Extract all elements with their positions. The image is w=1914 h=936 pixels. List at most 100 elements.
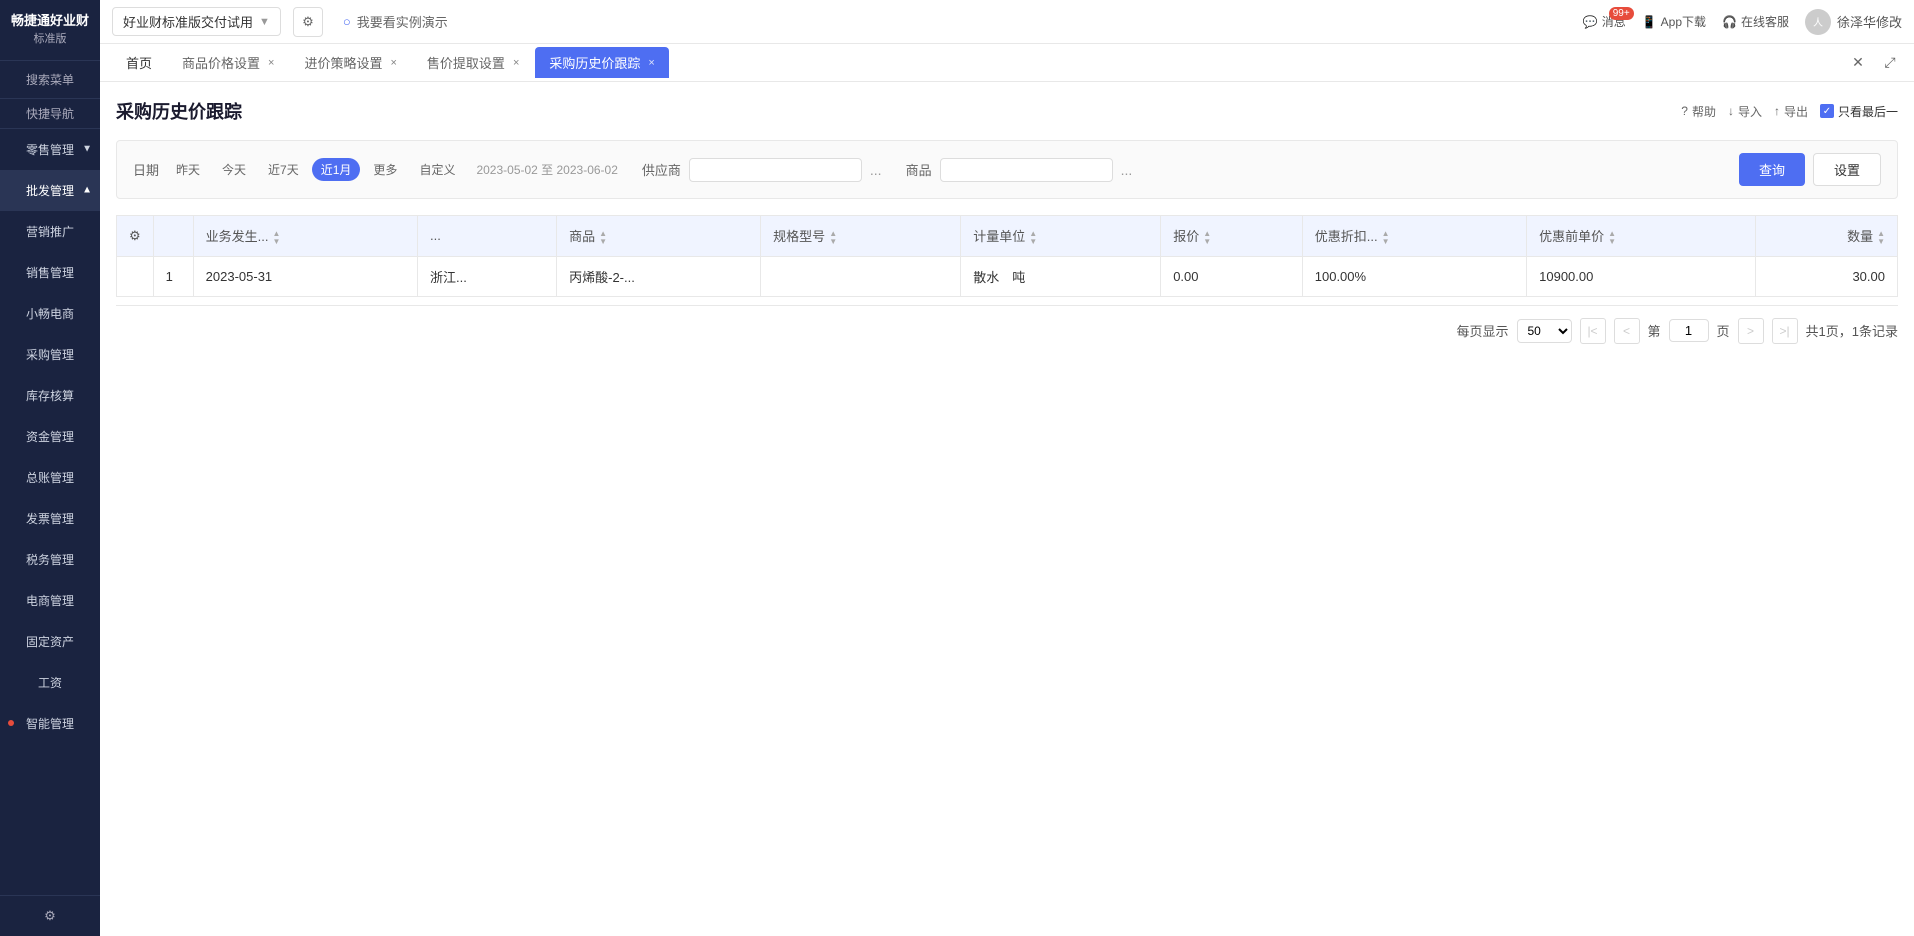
app-download-button[interactable]: 📱 App下载 xyxy=(1642,13,1706,30)
sidebar-item-ecommerce-small[interactable]: 小畅电商 xyxy=(0,293,100,334)
import-button[interactable]: ↓ 导入 xyxy=(1728,103,1762,120)
date-range-display: 2023-05-02 至 2023-06-02 xyxy=(476,161,617,178)
tab-close-icon[interactable]: × xyxy=(648,57,654,69)
message-icon: 💬 xyxy=(1583,15,1598,29)
table-cell-supplier: 浙江... xyxy=(418,256,557,296)
product-input[interactable] xyxy=(940,158,1113,182)
last-page-button[interactable]: >| xyxy=(1772,318,1798,344)
table-col-spec[interactable]: 规格型号▲▼ xyxy=(761,216,961,257)
sidebar-settings-icon[interactable]: ⚙ xyxy=(0,895,100,936)
maximize-tab-button[interactable]: ⤢ xyxy=(1878,51,1902,75)
sidebar-item-label: 智能管理 xyxy=(26,717,74,731)
table-cell-quantity: 30.00 xyxy=(1756,256,1898,296)
product-more-icon[interactable]: ... xyxy=(1121,162,1133,178)
prev-page-button[interactable]: < xyxy=(1614,318,1640,344)
logo-title: 畅捷通好业财 xyxy=(8,12,92,30)
chevron-down-icon: ▼ xyxy=(82,144,92,155)
sidebar-item-retail[interactable]: 零售管理 ▼ xyxy=(0,129,100,170)
tab-sale-price[interactable]: 售价提取设置 × xyxy=(413,47,533,78)
help-icon: ? xyxy=(1681,104,1688,118)
data-table: ⚙ 业务发生...▲▼ ... 商品▲▼ 规格型号▲▼ xyxy=(116,215,1898,297)
date-btn-1month[interactable]: 近1月 xyxy=(312,158,361,181)
sidebar-item-tax[interactable]: 税务管理 xyxy=(0,539,100,580)
sidebar-item-label: 营销推广 xyxy=(26,225,74,239)
sidebar-item-purchase[interactable]: 采购管理 xyxy=(0,334,100,375)
tab-home[interactable]: 首页 xyxy=(112,47,166,78)
date-btn-7days[interactable]: 近7天 xyxy=(259,158,308,181)
help-button[interactable]: ? 帮助 xyxy=(1681,103,1716,120)
tab-price[interactable]: 商品价格设置 × xyxy=(168,47,288,78)
close-tab-button[interactable]: ✕ xyxy=(1846,51,1870,75)
query-button[interactable]: 查询 xyxy=(1739,153,1805,186)
tab-label: 首页 xyxy=(126,53,152,72)
supplier-more-icon[interactable]: ... xyxy=(870,162,882,178)
table-col-biz-date[interactable]: 业务发生...▲▼ xyxy=(193,216,417,257)
user-info[interactable]: 人 徐泽华修改 xyxy=(1805,9,1902,35)
only-last-checkbox-group[interactable]: ✓ 只看最后一 xyxy=(1820,103,1898,120)
date-btn-more[interactable]: 更多 xyxy=(364,158,406,181)
messages-button[interactable]: 💬 消息 99+ xyxy=(1583,13,1626,30)
sidebar-item-label: 电商管理 xyxy=(26,594,74,608)
supplier-filter-label: 供应商 xyxy=(642,160,681,179)
pagination-row: 每页显示 50 100 200 |< < 第 页 > >| 共1页，1条记录 xyxy=(116,305,1898,344)
demo-icon: ○ xyxy=(343,14,351,29)
sidebar-item-label: 资金管理 xyxy=(26,430,74,444)
date-btn-today[interactable]: 今天 xyxy=(213,158,255,181)
sidebar-item-ledger[interactable]: 总账管理 xyxy=(0,457,100,498)
sidebar-item-payroll[interactable]: 工资 xyxy=(0,662,100,703)
table-cell-index: 1 xyxy=(153,256,193,296)
table-cell-product: 丙烯酸-2-... xyxy=(557,256,761,296)
date-btn-custom[interactable]: 自定义 xyxy=(410,158,464,181)
export-button[interactable]: ↑ 导出 xyxy=(1774,103,1808,120)
page-input[interactable] xyxy=(1669,319,1709,342)
supplier-input[interactable] xyxy=(689,158,862,182)
tab-close-icon[interactable]: × xyxy=(390,57,396,69)
next-page-button[interactable]: > xyxy=(1738,318,1764,344)
tab-close-icon[interactable]: × xyxy=(268,57,274,69)
avatar: 人 xyxy=(1805,9,1831,35)
table-col-discount[interactable]: 优惠折扣...▲▼ xyxy=(1302,216,1526,257)
table-col-unit[interactable]: 计量单位▲▼ xyxy=(961,216,1161,257)
demo-label: 我要看实例演示 xyxy=(357,12,448,31)
table-col-dots: ... xyxy=(418,216,557,257)
sidebar-item-sales[interactable]: 销售管理 xyxy=(0,252,100,293)
online-service-button[interactable]: 🎧 在线客服 xyxy=(1722,13,1789,30)
tab-purchase-history[interactable]: 采购历史价跟踪 × xyxy=(535,47,668,78)
tab-close-icon[interactable]: × xyxy=(513,57,519,69)
tab-purchase-strategy[interactable]: 进价策略设置 × xyxy=(290,47,410,78)
table-col-price[interactable]: 报价▲▼ xyxy=(1161,216,1303,257)
date-filter-label: 日期 xyxy=(133,160,159,179)
content-area: 采购历史价跟踪 ? 帮助 ↓ 导入 ↑ 导出 xyxy=(100,82,1914,936)
per-page-select[interactable]: 50 100 200 xyxy=(1517,319,1572,343)
settings-icon[interactable]: ⚙ xyxy=(293,7,323,37)
sidebar-item-assets[interactable]: 固定资产 xyxy=(0,621,100,662)
table-col-product[interactable]: 商品▲▼ xyxy=(557,216,761,257)
date-filter-group: 日期 昨天 今天 近7天 近1月 更多 自定义 2023-05-02 至 202… xyxy=(133,158,618,181)
tab-label: 进价策略设置 xyxy=(304,53,382,72)
sidebar-item-finance[interactable]: 资金管理 xyxy=(0,416,100,457)
sidebar-item-invoice[interactable]: 发票管理 xyxy=(0,498,100,539)
sidebar-item-label: 采购管理 xyxy=(26,348,74,362)
sidebar-item-label: 总账管理 xyxy=(26,471,74,485)
sidebar-quick-nav[interactable]: 快捷导航 xyxy=(0,99,100,129)
settings-button[interactable]: 设置 xyxy=(1813,153,1881,186)
sidebar-item-label: 库存核算 xyxy=(26,389,74,403)
product-selector[interactable]: 好业财标准版交付试用 ▼ xyxy=(112,7,281,36)
main-area: 好业财标准版交付试用 ▼ ⚙ ○ 我要看实例演示 💬 消息 99+ 📱 App下… xyxy=(100,0,1914,936)
first-page-button[interactable]: |< xyxy=(1580,318,1606,344)
sidebar-item-label: 销售管理 xyxy=(26,266,74,280)
sidebar-item-inventory[interactable]: 库存核算 xyxy=(0,375,100,416)
table-col-quantity[interactable]: 数量▲▼ xyxy=(1756,216,1898,257)
table-col-pre-discount-price[interactable]: 优惠前单价▲▼ xyxy=(1527,216,1756,257)
sidebar-search[interactable]: 搜索菜单 xyxy=(0,61,100,99)
headset-icon: 🎧 xyxy=(1722,15,1737,29)
sidebar-item-ecommerce[interactable]: 电商管理 xyxy=(0,580,100,621)
sidebar-item-label: 批发管理 xyxy=(26,184,74,198)
date-btn-yesterday[interactable]: 昨天 xyxy=(167,158,209,181)
sidebar-item-smart[interactable]: 智能管理 xyxy=(0,703,100,744)
demo-button[interactable]: ○ 我要看实例演示 xyxy=(335,8,456,35)
sidebar-item-marketing[interactable]: 营销推广 xyxy=(0,211,100,252)
sidebar-item-wholesale[interactable]: 批发管理 ▲ xyxy=(0,170,100,211)
table-col-gear[interactable]: ⚙ xyxy=(117,216,154,257)
checkbox-icon[interactable]: ✓ xyxy=(1820,104,1834,118)
